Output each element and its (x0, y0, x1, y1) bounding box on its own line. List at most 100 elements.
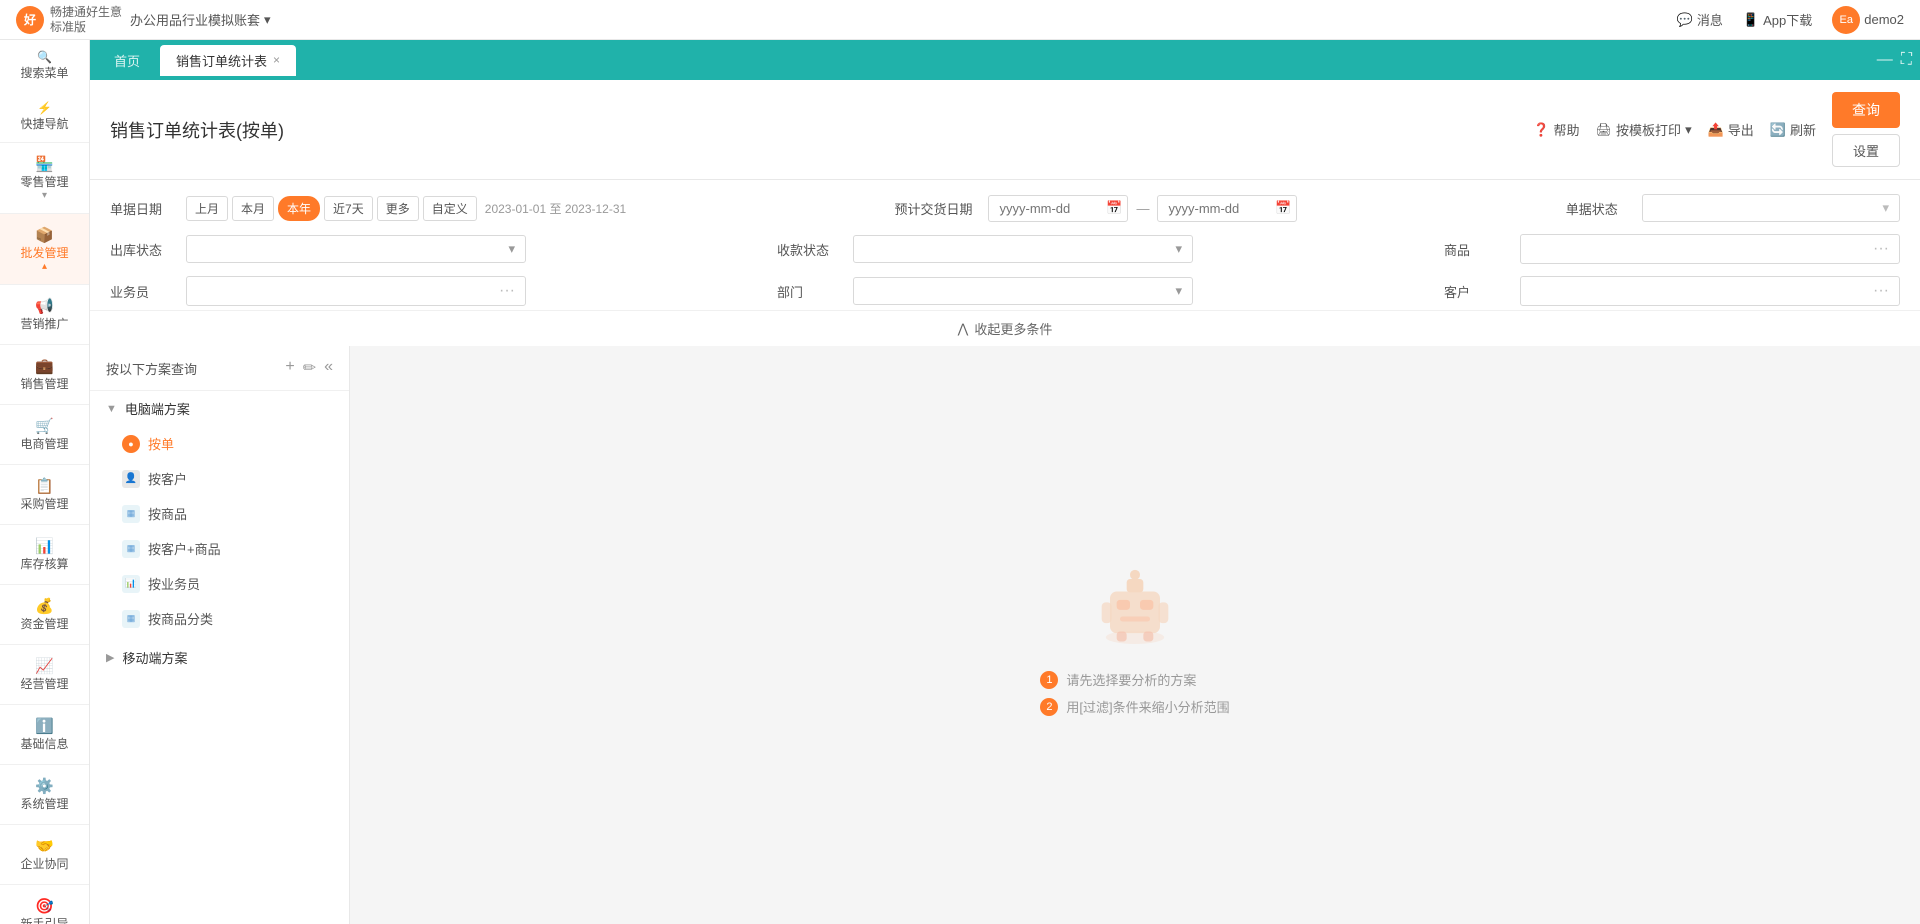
this-month-btn[interactable]: 本月 (232, 196, 274, 221)
collapse-button[interactable]: ⋀ 收起更多条件 (90, 310, 1920, 346)
left-panel-icons: + ✏ « (285, 358, 333, 378)
print-button[interactable]: 🖨 按模板打印 ▾ (1596, 120, 1692, 139)
receive-chevron-icon: ▾ (1175, 241, 1182, 257)
query-setting-group: 查询 设置 (1832, 92, 1900, 167)
scheme-icon-按商品: ▦ (122, 505, 140, 523)
status-select[interactable]: ▾ (1642, 194, 1900, 222)
custom-btn[interactable]: 自定义 (423, 196, 477, 221)
sidebar-item-retail[interactable]: 🏪 零售管理 ▾ (0, 143, 89, 214)
client-more-icon[interactable]: ··· (1873, 282, 1889, 300)
tip-2-number: 2 (1040, 698, 1058, 716)
tip-1-number: 1 (1040, 671, 1058, 689)
sidebar-item-enterprise[interactable]: 🤝 企业协同 (0, 825, 89, 885)
sidebar-item-sales[interactable]: 💼 销售管理 (0, 345, 89, 405)
left-panel-header: 按以下方案查询 + ✏ « (90, 346, 349, 391)
tab-bar: 首页 销售订单统计表 × — ⛶ (90, 40, 1920, 80)
left-panel-title: 按以下方案查询 (106, 359, 197, 378)
calendar-icon-2: 📅 (1275, 200, 1291, 216)
marketing-icon: 📢 (8, 297, 81, 315)
query-button[interactable]: 查询 (1832, 92, 1900, 128)
scheme-item-按业务员[interactable]: 📊 按业务员 (90, 566, 349, 601)
scheme-item-按商品分类[interactable]: ▦ 按商品分类 (90, 601, 349, 636)
sidebar: 🔍 搜索菜单 ⚡ 快捷导航 🏪 零售管理 ▾ 📦 批发管理 ▴ 📢 营销推广 💼… (0, 40, 90, 924)
sidebar-item-system[interactable]: ⚙️ 系统管理 (0, 765, 89, 825)
edit-scheme-button[interactable]: ✏ (303, 358, 316, 378)
logo-area: 好 畅捷通好生意 标准版 (16, 5, 122, 34)
export-button[interactable]: 📤 导出 (1708, 120, 1754, 139)
scheme-item-按商品[interactable]: ▦ 按商品 (90, 496, 349, 531)
sidebar-item-quicknav[interactable]: ⚡ 快捷导航 (0, 91, 89, 143)
empty-tips: 1 请先选择要分析的方案 2 用[过滤]条件来缩小分析范围 (1040, 670, 1229, 716)
mobile-scheme-header[interactable]: ▶ 移动端方案 (90, 640, 349, 675)
last-month-btn[interactable]: 上月 (186, 196, 228, 221)
sidebar-item-search[interactable]: 🔍 搜索菜单 (0, 40, 89, 91)
sidebar-item-inventory[interactable]: 📊 库存核算 (0, 525, 89, 585)
ecommerce-icon: 🛒 (8, 417, 81, 435)
help-button[interactable]: ❓ 帮助 (1533, 120, 1579, 139)
sidebar-item-marketing[interactable]: 📢 营销推广 (0, 285, 89, 345)
company-select[interactable]: 办公用品行业模拟账套 ▾ (130, 10, 271, 29)
purchase-icon: 📋 (8, 477, 81, 495)
status-chevron-icon: ▾ (1882, 200, 1889, 216)
message-icon: 💬 (1677, 12, 1693, 28)
top-bar: 好 畅捷通好生意 标准版 办公用品行业模拟账套 ▾ 💬 消息 📱 App下载 E… (0, 0, 1920, 40)
tab-maximize-icon[interactable]: ⛶ (1901, 51, 1912, 69)
date-range-text: 2023-01-01 至 2023-12-31 (485, 200, 626, 217)
date-separator: — (1136, 201, 1149, 216)
top-bar-right: 💬 消息 📱 App下载 Ea demo2 (1677, 6, 1904, 34)
status-label: 单据状态 (1566, 199, 1626, 218)
operation-icon: 📈 (8, 657, 81, 675)
sales-icon: 💼 (8, 357, 81, 375)
ship-status-select[interactable]: ▾ (186, 235, 526, 263)
sidebar-item-purchase[interactable]: 📋 采购管理 (0, 465, 89, 525)
add-scheme-button[interactable]: + (285, 358, 294, 378)
empty-illustration (1085, 554, 1185, 654)
receive-status-label: 收款状态 (777, 240, 837, 259)
tab-home[interactable]: 首页 (98, 45, 156, 76)
sidebar-item-basic[interactable]: ℹ️ 基础信息 (0, 705, 89, 765)
department-select[interactable]: ▾ (853, 277, 1193, 305)
client-label: 客户 (1444, 282, 1504, 301)
logo-icon: 好 (16, 6, 44, 34)
sidebar-item-finance[interactable]: 💰 资金管理 (0, 585, 89, 645)
newuser-icon: 🎯 (8, 897, 81, 915)
staff-label: 业务员 (110, 282, 170, 301)
calendar-icon-1: 📅 (1106, 200, 1122, 216)
tab-sales-order[interactable]: 销售订单统计表 × (160, 45, 296, 76)
wholesale-icon: 📦 (8, 226, 81, 244)
print-chevron-icon: ▾ (1685, 122, 1692, 138)
ship-status-label: 出库状态 (110, 240, 170, 259)
collapse-icon: ⋀ (958, 321, 969, 337)
tab-minimize-icon[interactable]: — (1877, 51, 1893, 69)
goods-more-icon[interactable]: ··· (1873, 240, 1889, 258)
last7days-btn[interactable]: 近7天 (324, 196, 373, 221)
inventory-icon: 📊 (8, 537, 81, 555)
scheme-icon-按客户商品: ▦ (122, 540, 140, 558)
scheme-item-按客户+商品[interactable]: ▦ 按客户+商品 (90, 531, 349, 566)
more-btn[interactable]: 更多 (377, 196, 419, 221)
collapse-panel-button[interactable]: « (324, 358, 333, 378)
scheme-item-按客户[interactable]: 👤 按客户 (90, 461, 349, 496)
user-profile[interactable]: Ea demo2 (1832, 6, 1904, 34)
receive-status-select[interactable]: ▾ (853, 235, 1193, 263)
sidebar-item-newuser[interactable]: 🎯 新手引导 (0, 885, 89, 924)
sidebar-item-wholesale[interactable]: 📦 批发管理 ▴ (0, 214, 89, 285)
page-header-actions: ❓ 帮助 🖨 按模板打印 ▾ 📤 导出 🔄 刷新 查询 (1533, 92, 1900, 167)
refresh-button[interactable]: 🔄 刷新 (1770, 120, 1816, 139)
this-year-btn[interactable]: 本年 (278, 196, 320, 221)
retail-icon: 🏪 (8, 155, 81, 173)
scheme-item-按单[interactable]: ● 按单 (90, 426, 349, 461)
app-download-button[interactable]: 📱 App下载 (1743, 10, 1812, 29)
sidebar-item-operation[interactable]: 📈 经营管理 (0, 645, 89, 705)
scheme-icon-按业务员: 📊 (122, 575, 140, 593)
staff-more-icon[interactable]: ··· (499, 282, 515, 300)
setting-button[interactable]: 设置 (1832, 134, 1900, 167)
logo-text: 畅捷通好生意 标准版 (50, 5, 122, 34)
tab-close-icon[interactable]: × (273, 53, 280, 67)
search-icon: 🔍 (8, 50, 81, 64)
print-icon: 🖨 (1596, 122, 1613, 138)
refresh-icon: 🔄 (1770, 122, 1786, 138)
message-button[interactable]: 💬 消息 (1677, 10, 1723, 29)
avatar: Ea (1832, 6, 1860, 34)
sidebar-item-ecommerce[interactable]: 🛒 电商管理 (0, 405, 89, 465)
